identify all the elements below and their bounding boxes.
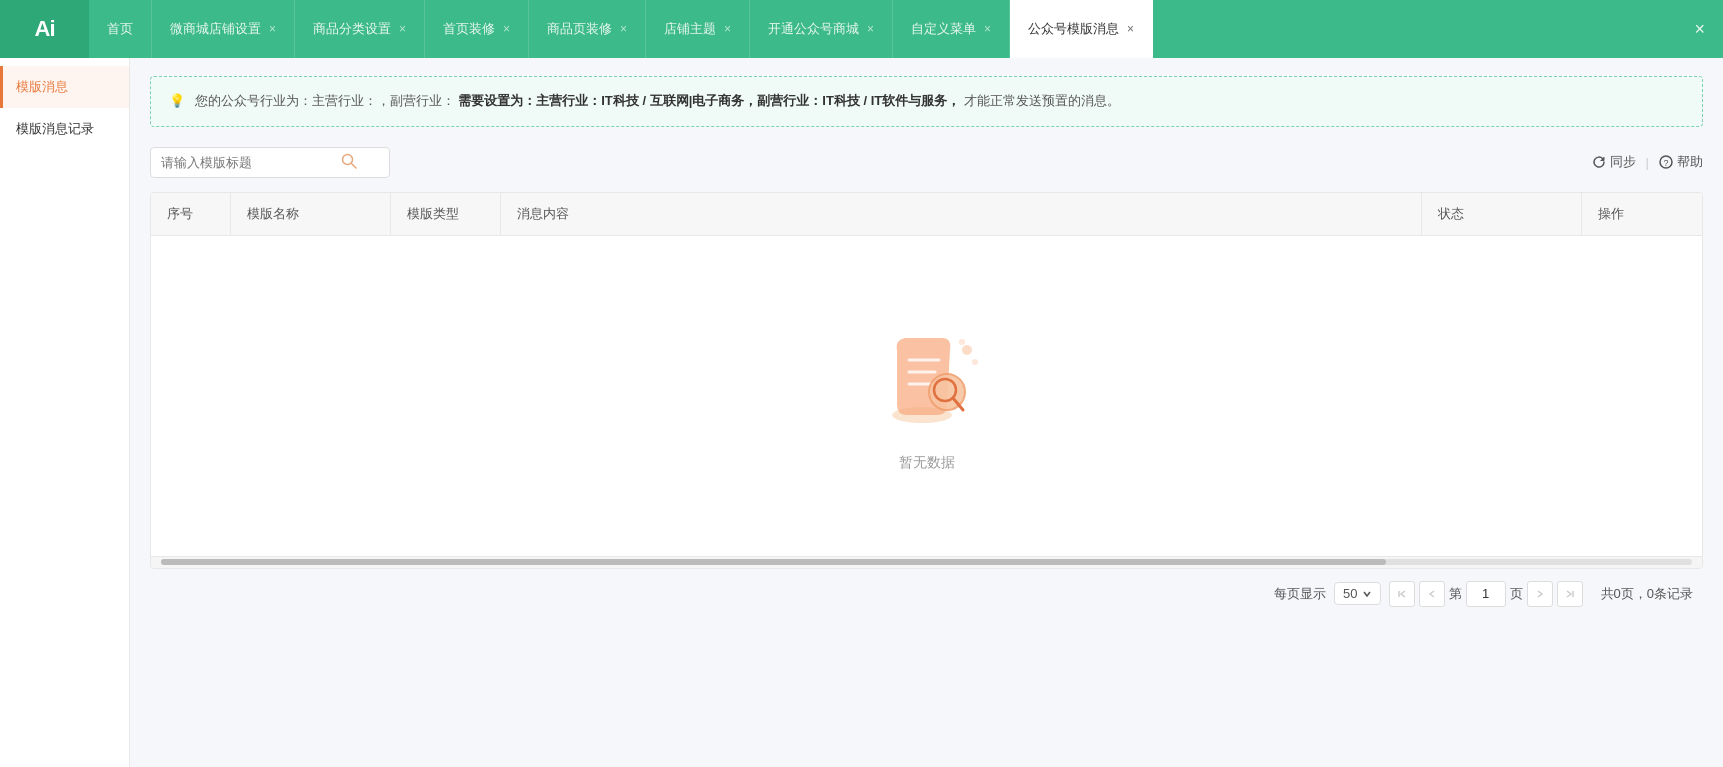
table-header: 序号 模版名称 模版类型 消息内容 状态 操作 bbox=[151, 193, 1702, 236]
tab-home-decor[interactable]: 首页装修 × bbox=[425, 0, 529, 58]
search-button[interactable] bbox=[341, 153, 357, 172]
svg-point-11 bbox=[962, 345, 972, 355]
last-page-button[interactable] bbox=[1557, 581, 1583, 607]
pagination-controls: 第 页 bbox=[1389, 581, 1583, 607]
tab-wsc-close[interactable]: × bbox=[269, 23, 276, 35]
tab-custom-menu-label: 自定义菜单 bbox=[911, 20, 976, 38]
tab-custom-menu-close[interactable]: × bbox=[984, 23, 991, 35]
chevron-down-icon bbox=[1362, 589, 1372, 599]
close-all-button[interactable]: × bbox=[1676, 19, 1723, 40]
search-bar: 同步 | ? 帮助 bbox=[150, 147, 1703, 178]
help-icon: ? bbox=[1659, 155, 1673, 169]
page-size-label: 每页显示 bbox=[1274, 585, 1326, 603]
tab-wsc-settings[interactable]: 微商城店铺设置 × bbox=[152, 0, 295, 58]
svg-line-1 bbox=[352, 163, 357, 168]
empty-illustration bbox=[867, 320, 987, 440]
tab-template-msg-close[interactable]: × bbox=[1127, 23, 1134, 35]
tab-category[interactable]: 商品分类设置 × bbox=[295, 0, 425, 58]
tab-home[interactable]: 首页 bbox=[89, 0, 152, 58]
th-action: 操作 bbox=[1582, 193, 1702, 235]
last-page-icon bbox=[1565, 589, 1575, 599]
empty-text: 暂无数据 bbox=[899, 454, 955, 472]
app-logo: Ai bbox=[0, 0, 89, 58]
tab-home-decor-close[interactable]: × bbox=[503, 23, 510, 35]
sidebar: 模版消息 模版消息记录 bbox=[0, 58, 130, 767]
notice-prefix: 您的公众号行业为：主营行业：，副营行业： bbox=[195, 93, 455, 108]
prev-page-button[interactable] bbox=[1419, 581, 1445, 607]
sync-label: 同步 bbox=[1610, 153, 1636, 171]
sidebar-item-template[interactable]: 模版消息 bbox=[0, 66, 129, 108]
page-number-input[interactable] bbox=[1466, 581, 1506, 607]
tab-template-msg-label: 公众号模版消息 bbox=[1028, 20, 1119, 38]
svg-point-13 bbox=[959, 339, 965, 345]
search-icon bbox=[341, 153, 357, 169]
content-area: 💡 您的公众号行业为：主营行业：，副营行业： 需要设置为：主营行业：IT科技 /… bbox=[130, 58, 1723, 767]
lightbulb-icon: 💡 bbox=[169, 93, 185, 108]
pagination-bar: 每页显示 50 bbox=[150, 569, 1703, 607]
svg-point-12 bbox=[972, 359, 978, 365]
tab-category-label: 商品分类设置 bbox=[313, 20, 391, 38]
tab-store-theme[interactable]: 店铺主题 × bbox=[646, 0, 750, 58]
tab-open-mall[interactable]: 开通公众号商城 × bbox=[750, 0, 893, 58]
sync-icon bbox=[1592, 155, 1606, 169]
tab-home-label: 首页 bbox=[107, 20, 133, 38]
tab-product-decor-label: 商品页装修 bbox=[547, 20, 612, 38]
sync-button[interactable]: 同步 bbox=[1592, 153, 1636, 171]
tab-open-mall-label: 开通公众号商城 bbox=[768, 20, 859, 38]
th-content: 消息内容 bbox=[501, 193, 1422, 235]
page-size-select[interactable]: 50 bbox=[1334, 582, 1380, 605]
tab-template-msg[interactable]: 公众号模版消息 × bbox=[1010, 0, 1153, 58]
svg-text:?: ? bbox=[1664, 158, 1669, 168]
search-input-wrap[interactable] bbox=[150, 147, 390, 178]
tab-custom-menu[interactable]: 自定义菜单 × bbox=[893, 0, 1010, 58]
scroll-bar-thumb[interactable] bbox=[161, 559, 1386, 565]
main-layout: 模版消息 模版消息记录 💡 您的公众号行业为：主营行业：，副营行业： 需要设置为… bbox=[0, 58, 1723, 767]
notice-box: 💡 您的公众号行业为：主营行业：，副营行业： 需要设置为：主营行业：IT科技 /… bbox=[150, 76, 1703, 127]
search-actions: 同步 | ? 帮助 bbox=[1592, 153, 1703, 171]
tab-category-close[interactable]: × bbox=[399, 23, 406, 35]
data-table: 序号 模版名称 模版类型 消息内容 状态 操作 bbox=[150, 192, 1703, 569]
tab-product-decor[interactable]: 商品页装修 × bbox=[529, 0, 646, 58]
help-label: 帮助 bbox=[1677, 153, 1703, 171]
help-button[interactable]: ? 帮助 bbox=[1659, 153, 1703, 171]
page-suffix: 页 bbox=[1510, 585, 1523, 603]
th-name: 模版名称 bbox=[231, 193, 391, 235]
table-body-empty: 暂无数据 bbox=[151, 236, 1702, 556]
page-input-group: 第 页 bbox=[1449, 581, 1523, 607]
scroll-bar-track[interactable] bbox=[161, 559, 1692, 565]
th-status: 状态 bbox=[1422, 193, 1582, 235]
prev-page-icon bbox=[1428, 589, 1436, 599]
sidebar-item-template-label: 模版消息 bbox=[16, 79, 68, 94]
tab-bar: Ai 首页 微商城店铺设置 × 商品分类设置 × 首页装修 × 商品页装修 × … bbox=[0, 0, 1723, 58]
sidebar-item-template-record[interactable]: 模版消息记录 bbox=[0, 108, 129, 150]
th-index: 序号 bbox=[151, 193, 231, 235]
tab-wsc-label: 微商城店铺设置 bbox=[170, 20, 261, 38]
scroll-bar-area[interactable] bbox=[151, 556, 1702, 568]
th-type: 模版类型 bbox=[391, 193, 501, 235]
tab-product-decor-close[interactable]: × bbox=[620, 23, 627, 35]
tab-home-decor-label: 首页装修 bbox=[443, 20, 495, 38]
search-input[interactable] bbox=[161, 155, 341, 170]
tab-store-theme-close[interactable]: × bbox=[724, 23, 731, 35]
notice-suffix: 才能正常发送预置的消息。 bbox=[964, 93, 1120, 108]
tab-store-theme-label: 店铺主题 bbox=[664, 20, 716, 38]
next-page-icon bbox=[1536, 589, 1544, 599]
next-page-button[interactable] bbox=[1527, 581, 1553, 607]
page-size-value: 50 bbox=[1343, 586, 1357, 601]
sidebar-item-template-record-label: 模版消息记录 bbox=[16, 121, 94, 136]
notice-highlight: 需要设置为：主营行业：IT科技 / 互联网|电子商务，副营行业：IT科技 / I… bbox=[458, 93, 960, 108]
page-word: 第 bbox=[1449, 585, 1462, 603]
total-info: 共0页，0条记录 bbox=[1601, 585, 1693, 603]
divider-vertical: | bbox=[1646, 155, 1649, 170]
tab-open-mall-close[interactable]: × bbox=[867, 23, 874, 35]
first-page-icon bbox=[1397, 589, 1407, 599]
first-page-button[interactable] bbox=[1389, 581, 1415, 607]
